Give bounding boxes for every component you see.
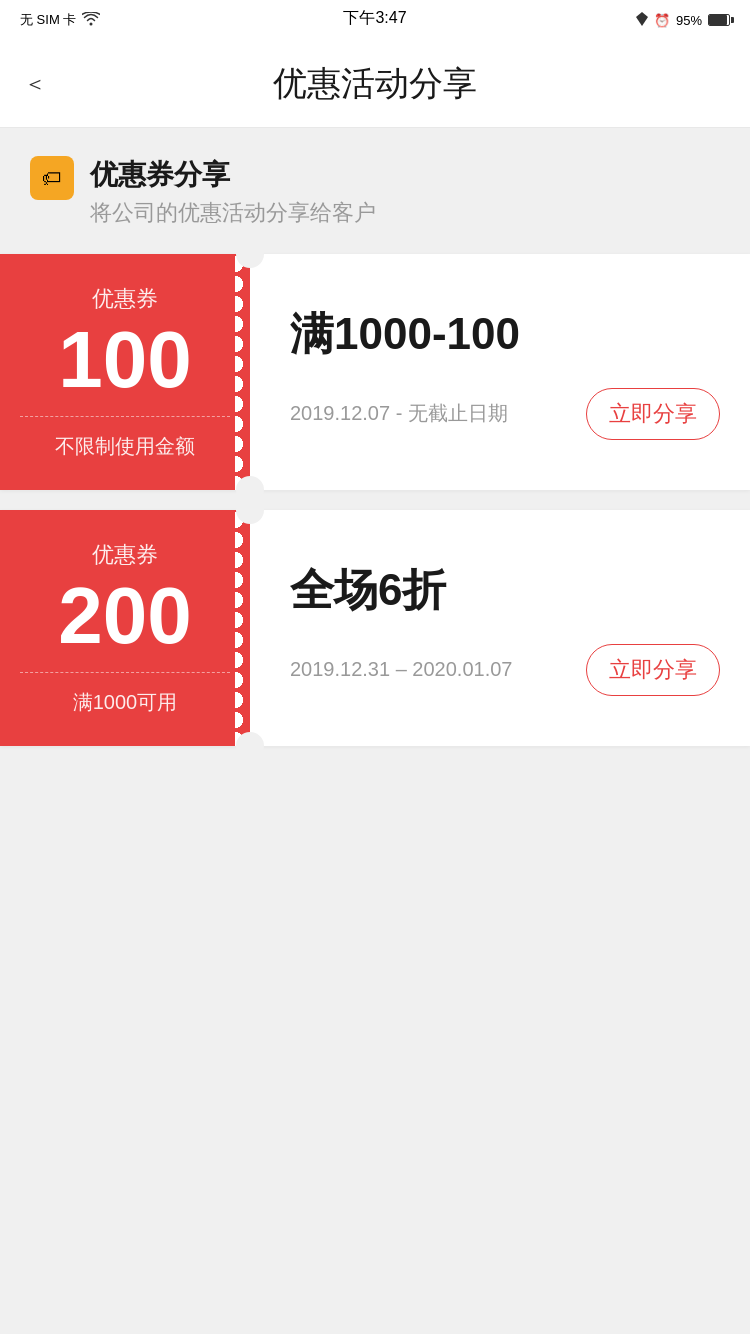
status-bar: 无 SIM 卡 下午3:47 ⏰ 95% xyxy=(0,0,750,40)
coupon-section-icon: 🏷 xyxy=(30,156,74,200)
coupon-name-1: 满1000-100 xyxy=(290,305,720,364)
section-text: 优惠券分享 将公司的优惠活动分享给客户 xyxy=(90,156,376,228)
empty-area xyxy=(0,776,750,1276)
coupon-card-1: 优惠券 100 不限制使用金额 满1000-100 2019.12.07 - 无… xyxy=(0,254,750,490)
carrier-text: 无 SIM 卡 xyxy=(20,11,76,29)
section-header: 🏷 优惠券分享 将公司的优惠活动分享给客户 xyxy=(0,128,750,244)
wifi-icon xyxy=(82,12,100,29)
coupon-share-button-2[interactable]: 立即分享 xyxy=(586,644,720,696)
coupon-meta-1: 2019.12.07 - 无截止日期 立即分享 xyxy=(290,388,720,440)
coupon-name-2: 全场6折 xyxy=(290,561,720,620)
coupon-left-2: 优惠券 200 满1000可用 xyxy=(0,510,250,746)
coupon-right-1: 满1000-100 2019.12.07 - 无截止日期 立即分享 xyxy=(250,254,750,490)
nav-bar: ＜ 优惠活动分享 xyxy=(0,40,750,128)
coupon-share-button-1[interactable]: 立即分享 xyxy=(586,388,720,440)
coupon-divider-2 xyxy=(20,672,230,673)
back-button[interactable]: ＜ xyxy=(24,69,46,99)
coupon-label-2: 优惠券 xyxy=(92,540,158,570)
coupon-amount-1: 100 xyxy=(58,320,191,400)
coupon-left-1: 优惠券 100 不限制使用金额 xyxy=(0,254,250,490)
status-time: 下午3:47 xyxy=(343,8,406,29)
location-icon xyxy=(636,12,648,29)
coupon-label-1: 优惠券 xyxy=(92,284,158,314)
battery-percent: 95% xyxy=(676,13,702,28)
coupon-list: 优惠券 100 不限制使用金额 满1000-100 2019.12.07 - 无… xyxy=(0,244,750,776)
coupon-dates-2: 2019.12.31 – 2020.01.07 xyxy=(290,658,574,681)
coupon-meta-2: 2019.12.31 – 2020.01.07 立即分享 xyxy=(290,644,720,696)
section-subtitle: 将公司的优惠活动分享给客户 xyxy=(90,198,376,228)
status-left: 无 SIM 卡 xyxy=(20,11,100,29)
page-title: 优惠活动分享 xyxy=(273,61,477,107)
alarm-icon: ⏰ xyxy=(654,13,670,28)
section-title: 优惠券分享 xyxy=(90,156,376,194)
battery-icon xyxy=(708,14,730,26)
coupon-notch-bottom-2 xyxy=(236,732,264,760)
coupon-divider-1 xyxy=(20,416,230,417)
coupon-right-2: 全场6折 2019.12.31 – 2020.01.07 立即分享 xyxy=(250,510,750,746)
coupon-card-2: 优惠券 200 满1000可用 全场6折 2019.12.31 – 2020.0… xyxy=(0,510,750,746)
coupon-amount-2: 200 xyxy=(58,576,191,656)
coupon-condition-1: 不限制使用金额 xyxy=(55,433,195,460)
coupon-condition-2: 满1000可用 xyxy=(73,689,178,716)
coupon-dates-1: 2019.12.07 - 无截止日期 xyxy=(290,400,574,427)
coupon-notch-top-1 xyxy=(236,240,264,268)
coupon-notch-top-2 xyxy=(236,496,264,524)
status-right: ⏰ 95% xyxy=(636,12,730,29)
